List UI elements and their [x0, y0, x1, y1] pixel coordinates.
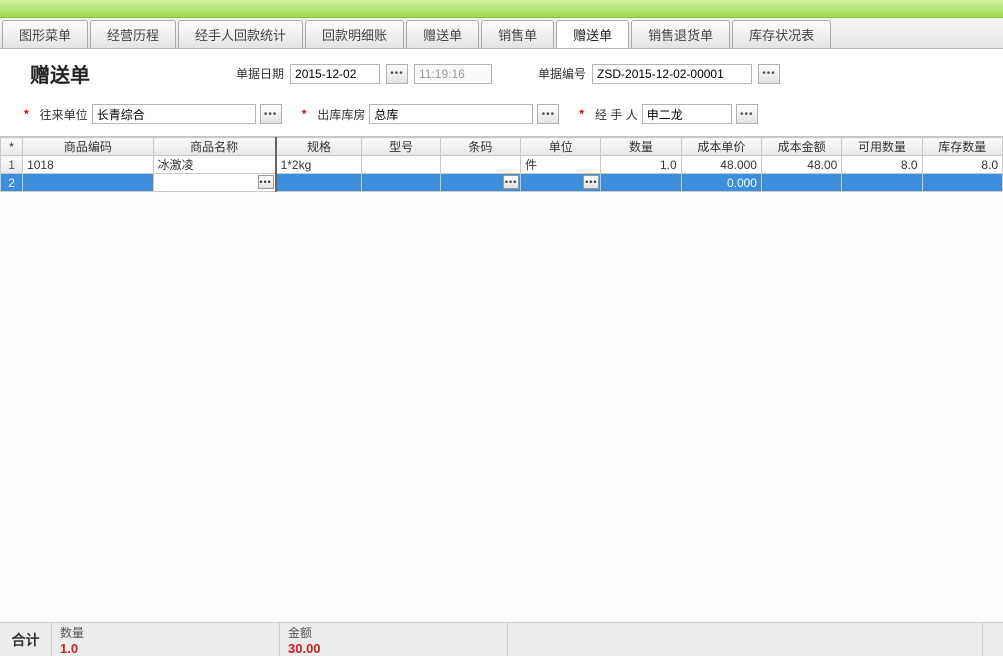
tab-strip: 图形菜单 经营历程 经手人回款统计 回款明细账 赠送单 销售单 赠送单 销售退货…: [0, 18, 1003, 49]
handler-picker-button[interactable]: •••: [736, 104, 758, 124]
cell-unit[interactable]: 件: [521, 156, 601, 174]
doc-no-label: 单据编号: [538, 65, 586, 82]
tab-sales-return[interactable]: 销售退货单: [631, 20, 730, 48]
cell-code[interactable]: 1018: [23, 156, 154, 174]
totals-amount-cell: 金额 30.00: [280, 623, 508, 656]
cell-qty[interactable]: 1.0: [601, 156, 681, 174]
items-table[interactable]: * 商品编码 商品名称 规格 型号 条码 单位 数量 成本单价 成本金额 可用数…: [0, 137, 1003, 192]
date-label: 单据日期: [236, 65, 284, 82]
handler-input[interactable]: [642, 104, 732, 124]
totals-qty-cell: 数量 1.0: [52, 623, 280, 656]
row-index: 2: [1, 174, 23, 192]
window-top-bar: [0, 0, 1003, 18]
totals-footer: 合计 数量 1.0 金额 30.00: [0, 622, 1003, 656]
warehouse-input[interactable]: [369, 104, 533, 124]
doc-no-picker-button[interactable]: •••: [758, 64, 780, 84]
cell-price[interactable]: 0.000: [681, 174, 761, 192]
totals-amount-value: 30.00: [288, 641, 499, 656]
col-available-qty[interactable]: 可用数量: [842, 138, 922, 156]
totals-qty-value: 1.0: [60, 641, 271, 656]
col-product-name[interactable]: 商品名称: [153, 138, 275, 156]
totals-spacer: [508, 623, 983, 656]
table-header-row: * 商品编码 商品名称 规格 型号 条码 单位 数量 成本单价 成本金额 可用数…: [1, 138, 1003, 156]
customer-picker-button[interactable]: •••: [260, 104, 282, 124]
required-mark: *: [302, 107, 307, 121]
cell-name-editing[interactable]: •••: [153, 174, 275, 192]
handler-label: 经 手 人: [595, 106, 638, 123]
tab-sales-order[interactable]: 销售单: [481, 20, 554, 48]
tab-history[interactable]: 经营历程: [90, 20, 176, 48]
form-row-2: * 往来单位 ••• * 出库库房 ••• * 经 手 人 •••: [0, 98, 1003, 136]
cell-lookup-button[interactable]: •••: [503, 175, 519, 189]
cell-lookup-button[interactable]: •••: [258, 175, 274, 189]
col-barcode[interactable]: 条码: [440, 138, 520, 156]
cell-price[interactable]: 48.000: [681, 156, 761, 174]
customer-label: 往来单位: [40, 106, 88, 123]
time-input[interactable]: [414, 64, 492, 84]
cell-spec[interactable]: [276, 174, 362, 192]
grid-area: * 商品编码 商品名称 规格 型号 条码 单位 数量 成本单价 成本金额 可用数…: [0, 136, 1003, 622]
warehouse-label: 出库库房: [317, 106, 365, 123]
row-index: 1: [1, 156, 23, 174]
col-model[interactable]: 型号: [362, 138, 440, 156]
cell-amount[interactable]: 48.00: [761, 156, 841, 174]
cell-unit[interactable]: •••: [521, 174, 601, 192]
cell-code[interactable]: [23, 174, 154, 192]
totals-qty-label: 数量: [60, 624, 271, 641]
tab-handler-receipt-stats[interactable]: 经手人回款统计: [178, 20, 303, 48]
totals-label: 合计: [0, 623, 52, 656]
cell-model[interactable]: [362, 156, 440, 174]
cell-barcode[interactable]: •••: [440, 174, 520, 192]
col-unit[interactable]: 单位: [521, 138, 601, 156]
col-product-code[interactable]: 商品编码: [23, 138, 154, 156]
table-row[interactable]: 1 1018 冰激凌 1*2kg 件 1.0 48.000 48.00 8.0 …: [1, 156, 1003, 174]
tab-gift-order-1[interactable]: 赠送单: [406, 20, 479, 48]
col-cost-amount[interactable]: 成本金额: [761, 138, 841, 156]
customer-input[interactable]: [92, 104, 256, 124]
tab-receipt-detail[interactable]: 回款明细账: [305, 20, 404, 48]
totals-amount-label: 金额: [288, 624, 499, 641]
cell-amount[interactable]: [761, 174, 841, 192]
tab-gift-order-2[interactable]: 赠送单: [556, 20, 629, 48]
cell-qty[interactable]: [601, 174, 681, 192]
cell-lookup-button[interactable]: •••: [583, 175, 599, 189]
cell-stock[interactable]: [922, 174, 1002, 192]
totals-end: [983, 623, 1003, 656]
cell-avail[interactable]: 8.0: [842, 156, 922, 174]
page-title: 赠送单: [30, 59, 90, 88]
tab-graph-menu[interactable]: 图形菜单: [2, 20, 88, 48]
doc-no-input[interactable]: [592, 64, 752, 84]
cell-model[interactable]: [362, 174, 440, 192]
required-mark: *: [579, 107, 584, 121]
cell-spec[interactable]: 1*2kg: [276, 156, 362, 174]
col-cost-price[interactable]: 成本单价: [681, 138, 761, 156]
warehouse-picker-button[interactable]: •••: [537, 104, 559, 124]
col-qty[interactable]: 数量: [601, 138, 681, 156]
date-picker-button[interactable]: •••: [386, 64, 408, 84]
table-row[interactable]: 2 ••• ••• ••• 0.000: [1, 174, 1003, 192]
cell-name[interactable]: 冰激凌: [153, 156, 275, 174]
col-index[interactable]: *: [1, 138, 23, 156]
cell-barcode[interactable]: [440, 156, 520, 174]
cell-stock[interactable]: 8.0: [922, 156, 1002, 174]
col-stock-qty[interactable]: 库存数量: [922, 138, 1002, 156]
cell-avail[interactable]: [842, 174, 922, 192]
tab-stock-status[interactable]: 库存状况表: [732, 20, 831, 48]
date-input[interactable]: [290, 64, 380, 84]
header-area: 赠送单 单据日期 ••• 单据编号 •••: [0, 49, 1003, 98]
required-mark: *: [24, 107, 29, 121]
col-spec[interactable]: 规格: [276, 138, 362, 156]
